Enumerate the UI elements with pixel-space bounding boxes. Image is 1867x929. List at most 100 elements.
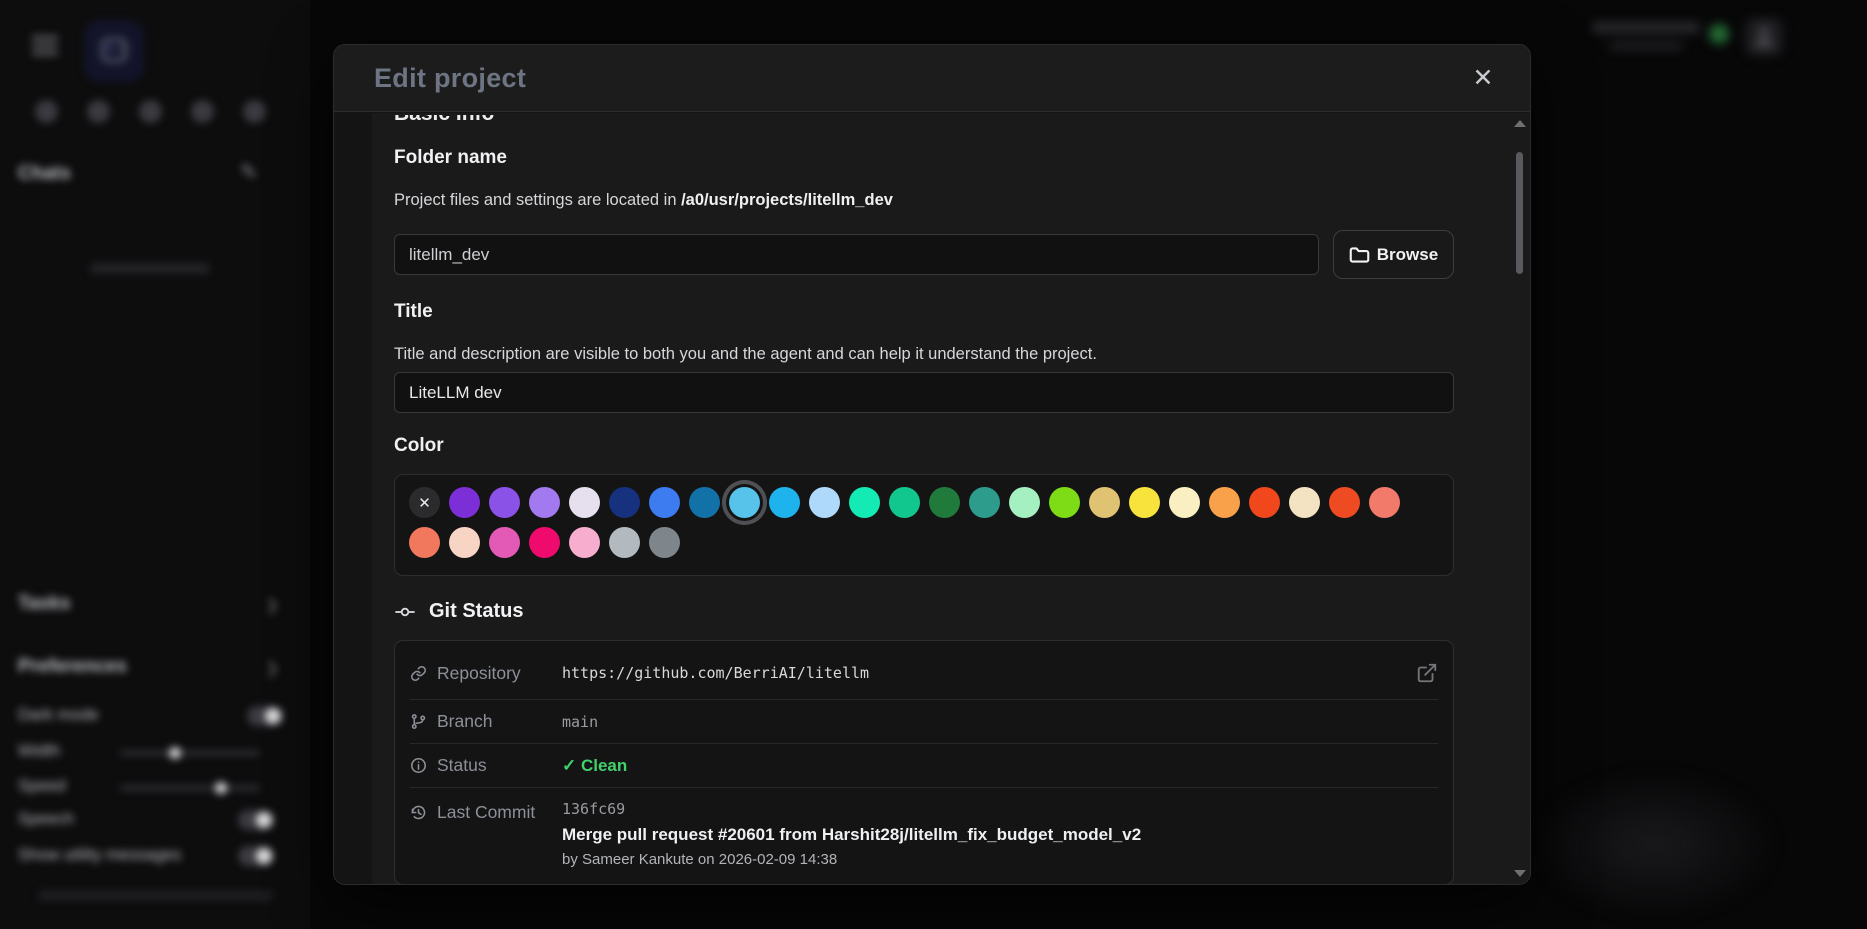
slider-track[interactable] xyxy=(120,786,260,790)
section-basic-info: Basic Info xyxy=(394,115,1454,125)
slider-knob[interactable] xyxy=(215,782,227,794)
color-swatch[interactable] xyxy=(889,487,920,518)
git-status-title: Git Status xyxy=(429,600,523,623)
color-swatch[interactable] xyxy=(1049,487,1080,518)
robot-icon xyxy=(101,38,127,62)
color-swatch[interactable] xyxy=(649,527,680,558)
color-swatch[interactable] xyxy=(1289,487,1320,518)
color-swatch[interactable] xyxy=(1169,487,1200,518)
color-swatch[interactable] xyxy=(649,487,680,518)
toolbar-icon[interactable] xyxy=(243,100,266,123)
version-text-blurred xyxy=(38,890,273,901)
pref-row: Speech xyxy=(18,810,292,834)
color-swatch[interactable] xyxy=(1129,487,1160,518)
slider-knob[interactable] xyxy=(169,747,181,759)
chats-heading: Chats xyxy=(18,163,71,185)
color-swatch[interactable] xyxy=(1089,487,1120,518)
color-swatch[interactable] xyxy=(1009,487,1040,518)
color-swatch[interactable] xyxy=(409,527,440,558)
color-swatch[interactable] xyxy=(529,487,560,518)
folder-input-row: Browse xyxy=(394,230,1454,279)
toolbar-icon[interactable] xyxy=(87,100,110,123)
edit-project-modal: Edit project ✕ Basic Info Folder name Pr… xyxy=(333,44,1531,885)
pref-label: Width xyxy=(18,742,60,760)
repository-url: https://github.com/BerriAI/litellm xyxy=(562,664,869,682)
color-swatch[interactable] xyxy=(929,487,960,518)
folder-path: /a0/usr/projects/litellm_dev xyxy=(681,191,893,209)
toggle-switch[interactable] xyxy=(238,810,274,830)
title-input[interactable] xyxy=(394,372,1454,413)
last-commit-label: Last Commit xyxy=(410,800,562,823)
git-repository-row: Repository https://github.com/BerriAI/li… xyxy=(410,647,1438,699)
modal-scrollbar[interactable] xyxy=(1513,113,1527,884)
color-swatch[interactable] xyxy=(609,487,640,518)
modal-body: Basic Info Folder name Project files and… xyxy=(334,113,1530,884)
folder-name-input[interactable] xyxy=(394,234,1319,275)
sidebar-toolbar xyxy=(35,100,266,123)
color-swatch[interactable] xyxy=(1209,487,1240,518)
info-icon xyxy=(410,757,427,774)
avatar[interactable] xyxy=(1745,18,1783,56)
username-blurred xyxy=(1592,22,1700,33)
scrollbar-thumb[interactable] xyxy=(1516,152,1523,274)
color-swatch[interactable] xyxy=(1329,487,1360,518)
modal-header: Edit project ✕ xyxy=(334,45,1530,112)
preferences-heading[interactable]: Preferences xyxy=(18,656,127,678)
color-swatch[interactable] xyxy=(969,487,1000,518)
color-swatch[interactable] xyxy=(449,527,480,558)
color-swatch[interactable] xyxy=(569,527,600,558)
color-swatch[interactable] xyxy=(729,487,760,518)
git-status-row: Status ✓ Clean xyxy=(410,743,1438,787)
git-branch-row: Branch main xyxy=(410,699,1438,743)
folder-icon xyxy=(1349,246,1370,264)
scroll-down-icon[interactable] xyxy=(1514,870,1526,877)
branch-label: Branch xyxy=(410,711,562,732)
browse-button[interactable]: Browse xyxy=(1333,230,1454,279)
menu-icon[interactable] xyxy=(32,36,58,56)
color-swatch[interactable] xyxy=(529,527,560,558)
commit-hash: 136fc69 xyxy=(562,800,1141,818)
color-swatch-none[interactable]: ✕ xyxy=(409,487,440,518)
last-commit-details: 136fc69 Merge pull request #20601 from H… xyxy=(562,800,1141,868)
color-swatch[interactable] xyxy=(489,527,520,558)
folder-name-label: Folder name xyxy=(394,147,1454,169)
repository-label-text: Repository xyxy=(437,663,521,684)
toolbar-icon[interactable] xyxy=(35,100,58,123)
color-row-0: ✕ xyxy=(409,487,1439,518)
color-swatch[interactable] xyxy=(449,487,480,518)
color-swatch[interactable] xyxy=(769,487,800,518)
color-swatch[interactable] xyxy=(609,527,640,558)
repository-label: Repository xyxy=(410,663,562,684)
branch-icon xyxy=(410,713,427,730)
color-swatch[interactable] xyxy=(809,487,840,518)
color-swatch[interactable] xyxy=(1369,487,1400,518)
color-swatch[interactable] xyxy=(489,487,520,518)
status-label: Status xyxy=(410,755,562,776)
browse-label: Browse xyxy=(1377,245,1438,265)
branch-value: main xyxy=(562,713,598,731)
git-last-commit-row: Last Commit 136fc69 Merge pull request #… xyxy=(410,787,1438,884)
close-icon[interactable]: ✕ xyxy=(1466,61,1500,95)
color-swatch[interactable] xyxy=(689,487,720,518)
title-label: Title xyxy=(394,301,1454,323)
color-picker: ✕ xyxy=(394,474,1454,576)
tasks-heading[interactable]: Tasks xyxy=(18,593,70,615)
toolbar-icon[interactable] xyxy=(139,100,162,123)
new-chat-icon[interactable]: ✎ xyxy=(240,160,258,185)
git-status-card: Repository https://github.com/BerriAI/li… xyxy=(394,640,1454,884)
modal-scroll-area[interactable]: Basic Info Folder name Project files and… xyxy=(372,113,1530,884)
color-swatch[interactable] xyxy=(569,487,600,518)
folder-desc-text: Project files and settings are located i… xyxy=(394,191,681,209)
color-swatch[interactable] xyxy=(849,487,880,518)
toolbar-icon[interactable] xyxy=(191,100,214,123)
background-glow xyxy=(1530,770,1780,920)
status-value: ✓ Clean xyxy=(562,756,627,776)
link-icon xyxy=(410,665,427,682)
slider-track[interactable] xyxy=(120,751,260,755)
toggle-switch[interactable] xyxy=(238,846,274,866)
external-link-icon[interactable] xyxy=(1416,662,1438,684)
toggle-switch[interactable] xyxy=(247,706,283,726)
folder-name-description: Project files and settings are located i… xyxy=(394,191,1454,210)
color-swatch[interactable] xyxy=(1249,487,1280,518)
scroll-up-icon[interactable] xyxy=(1514,120,1526,127)
